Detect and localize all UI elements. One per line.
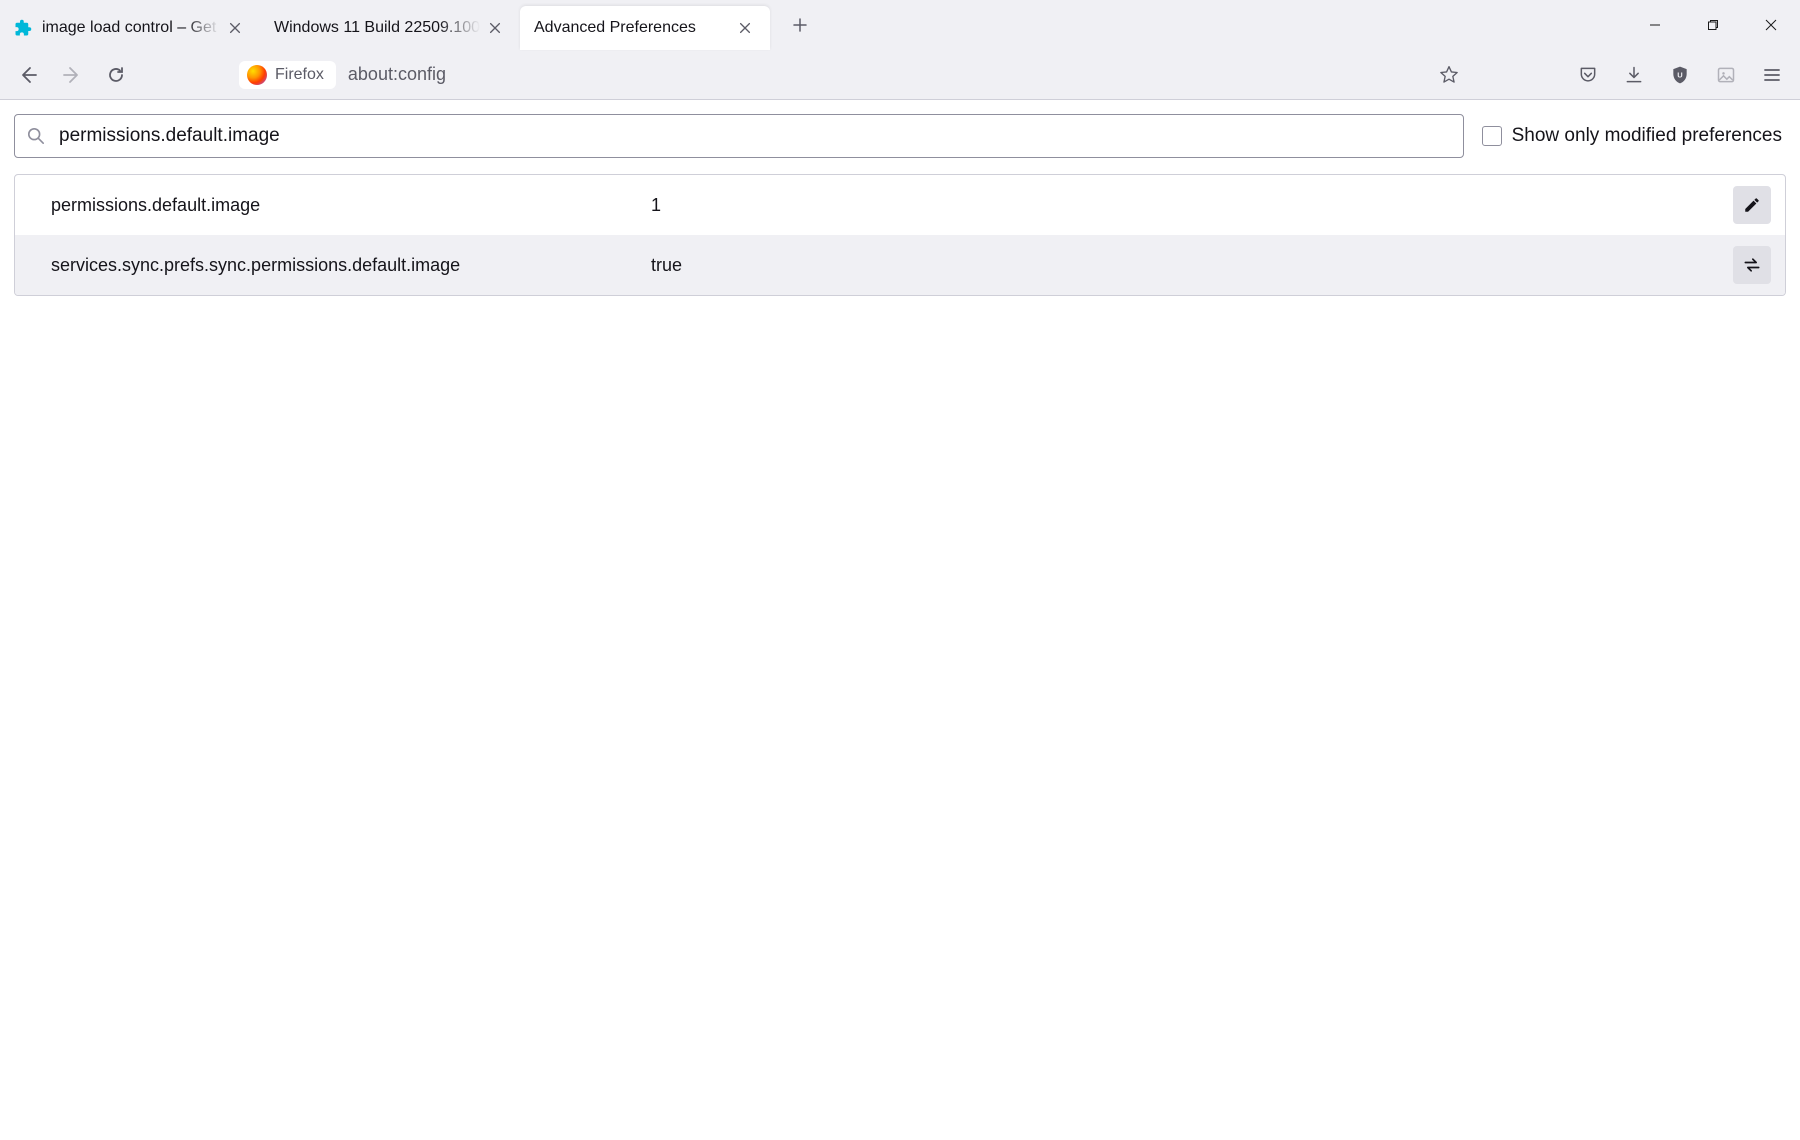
pocket-button[interactable]: [1570, 57, 1606, 93]
tab-bar: image load control – Get this E Windows …: [0, 0, 1800, 50]
downloads-button[interactable]: [1616, 57, 1652, 93]
tab-title: image load control – Get this E: [42, 19, 220, 37]
pref-row[interactable]: services.sync.prefs.sync.permissions.def…: [15, 235, 1785, 295]
show-only-modified-label: Show only modified preferences: [1512, 125, 1782, 147]
tab-close-button[interactable]: [224, 17, 246, 39]
tab-active[interactable]: Advanced Preferences: [520, 6, 770, 50]
pref-name: permissions.default.image: [51, 195, 651, 216]
pencil-icon: [1743, 196, 1761, 214]
pref-row[interactable]: permissions.default.image 1: [15, 175, 1785, 235]
maximize-button[interactable]: [1684, 0, 1742, 50]
toggle-arrows-icon: [1742, 255, 1762, 275]
tab-close-button[interactable]: [484, 17, 506, 39]
pref-search-input[interactable]: [59, 125, 1451, 147]
new-tab-button[interactable]: [782, 7, 818, 43]
about-config-content: Show only modified preferences permissio…: [0, 100, 1800, 310]
firefox-icon: [247, 65, 267, 85]
edit-button[interactable]: [1733, 186, 1771, 224]
prefs-table: permissions.default.image 1 services.syn…: [14, 174, 1786, 296]
close-window-button[interactable]: [1742, 0, 1800, 50]
navigation-toolbar: Firefox about:config U: [0, 50, 1800, 100]
identity-box[interactable]: Firefox: [239, 61, 336, 89]
pref-value: true: [651, 255, 1733, 276]
pref-name: services.sync.prefs.sync.permissions.def…: [51, 255, 651, 276]
tab-inactive-2[interactable]: Windows 11 Build 22509.1000 rolls: [260, 6, 520, 50]
toolbar-right: U: [1570, 57, 1790, 93]
url-text: about:config: [348, 64, 446, 85]
identity-label: Firefox: [275, 66, 324, 84]
checkbox-icon: [1482, 126, 1502, 146]
window-controls: [1626, 0, 1800, 50]
app-menu-button[interactable]: [1754, 57, 1790, 93]
tab-inactive-1[interactable]: image load control – Get this E: [0, 6, 260, 50]
back-button[interactable]: [10, 57, 46, 93]
tab-title: Windows 11 Build 22509.1000 rolls: [274, 19, 480, 37]
tab-title: Advanced Preferences: [534, 19, 730, 37]
tab-close-button[interactable]: [734, 17, 756, 39]
ublock-shield-icon[interactable]: U: [1662, 57, 1698, 93]
pref-search-box[interactable]: [14, 114, 1464, 158]
image-icon[interactable]: [1708, 57, 1744, 93]
search-icon: [27, 127, 45, 145]
reload-button[interactable]: [98, 57, 134, 93]
url-bar[interactable]: Firefox about:config: [232, 55, 1472, 95]
toggle-button[interactable]: [1733, 246, 1771, 284]
show-only-modified-checkbox[interactable]: Show only modified preferences: [1482, 125, 1786, 147]
pref-value: 1: [651, 195, 1733, 216]
minimize-button[interactable]: [1626, 0, 1684, 50]
forward-button[interactable]: [54, 57, 90, 93]
puzzle-icon: [14, 19, 32, 37]
svg-text:U: U: [1677, 70, 1682, 79]
bookmark-star-button[interactable]: [1433, 59, 1465, 91]
